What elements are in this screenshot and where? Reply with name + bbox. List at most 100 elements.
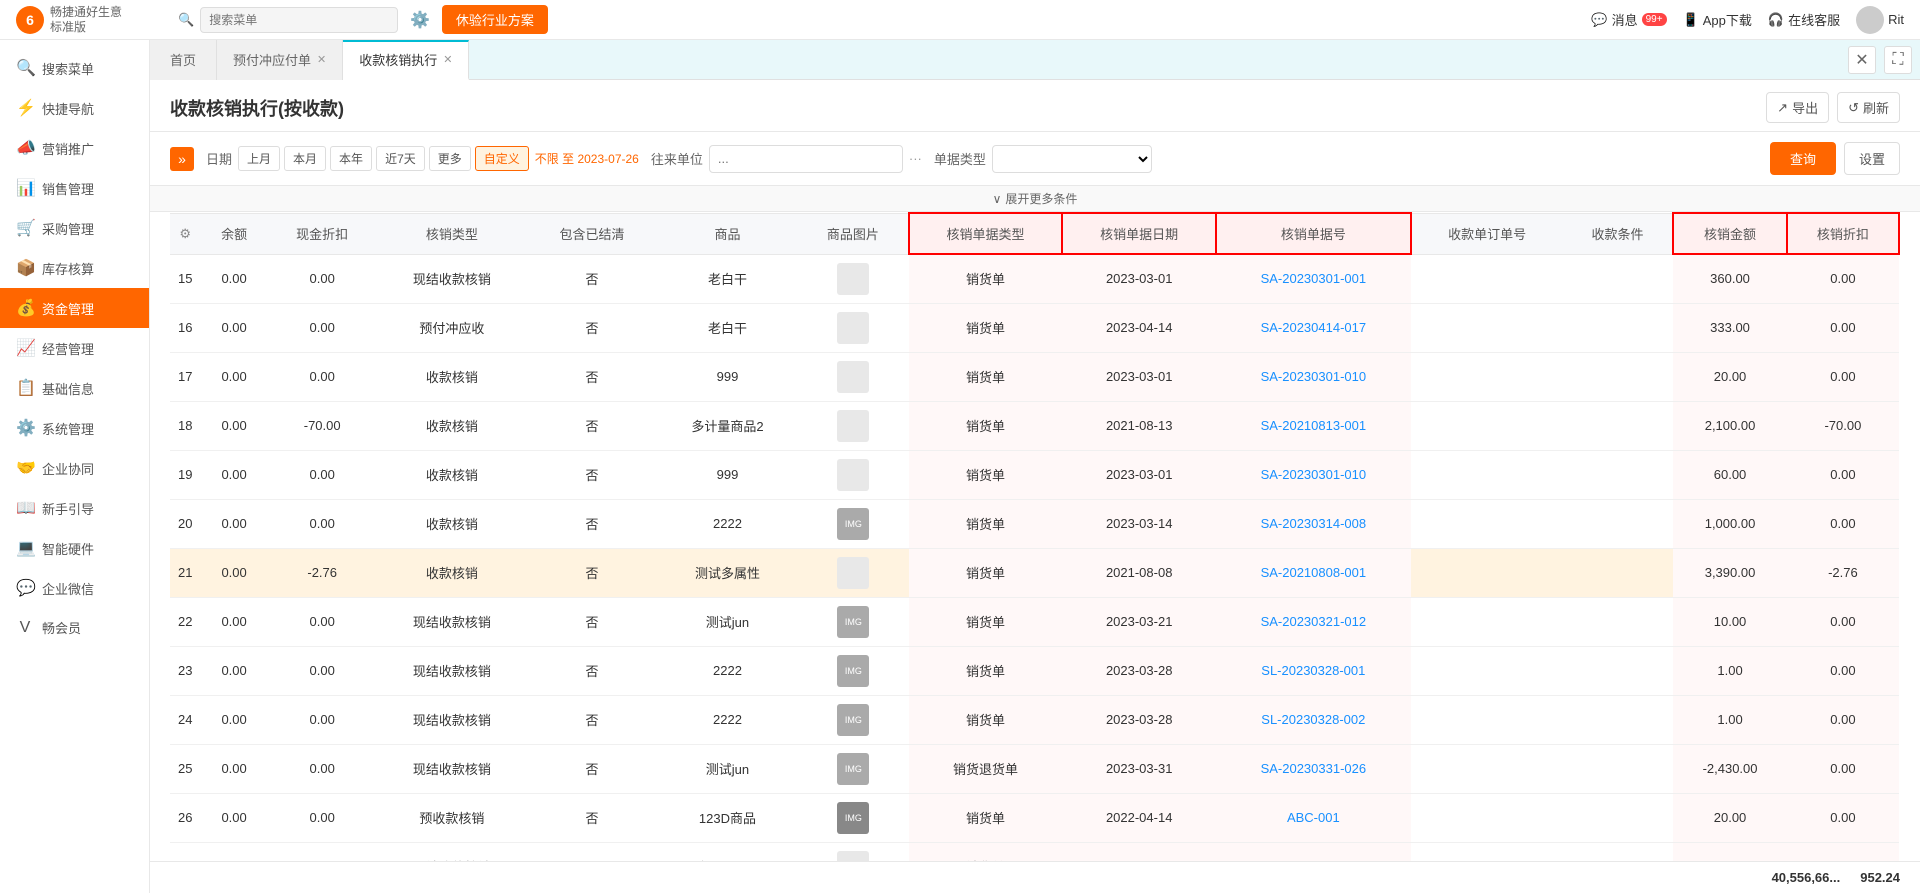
this-month-btn[interactable]: 本月 xyxy=(284,146,326,171)
row-included-settled: 否 xyxy=(527,254,657,303)
expand-conditions-bar[interactable]: ∨ 展开更多条件 xyxy=(150,186,1920,212)
cancel-bill-link[interactable]: SA-20230301-010 xyxy=(1261,369,1367,384)
messages-button[interactable]: 💬 消息 99+ xyxy=(1591,10,1666,29)
sidebar-item-search[interactable]: 🔍 搜索菜单 xyxy=(0,48,149,88)
industry-button[interactable]: 休验行业方案 xyxy=(442,5,548,34)
row-cancel-bill-type: 销货单 xyxy=(909,548,1063,597)
refresh-button[interactable]: ↺ 刷新 xyxy=(1837,92,1900,123)
more-date-btn[interactable]: 更多 xyxy=(429,146,471,171)
cancel-bill-link[interactable]: SA-20210813-001 xyxy=(1261,418,1367,433)
export-button[interactable]: ↗ 导出 xyxy=(1766,92,1829,123)
sidebar-item-shortcuts[interactable]: ⚡ 快捷导航 xyxy=(0,88,149,128)
user-menu[interactable]: Rit xyxy=(1856,6,1904,34)
sidebar-item-purchase[interactable]: 🛒 采购管理 xyxy=(0,208,149,248)
row-cancel-bill-no[interactable]: SL-20230328-001 xyxy=(1216,646,1411,695)
row-cancel-bill-no[interactable]: SA-20230314-008 xyxy=(1216,499,1411,548)
row-receipt-order-no xyxy=(1411,450,1563,499)
row-cancel-bill-no[interactable]: SA-20210808-001 xyxy=(1216,548,1411,597)
row-cancel-bill-no[interactable]: SA-20230301-010 xyxy=(1216,352,1411,401)
cancel-bill-link[interactable]: SL-20230328-002 xyxy=(1261,712,1365,727)
this-year-btn[interactable]: 本年 xyxy=(330,146,372,171)
row-cancel-bill-no[interactable]: SA-20230331-026 xyxy=(1216,744,1411,793)
row-cancel-type: 现结收款核销 xyxy=(377,695,528,744)
row-receipt-cond xyxy=(1563,842,1674,861)
row-cancel-bill-no[interactable]: SA-20230301-010 xyxy=(1216,450,1411,499)
sidebar-item-label: 企业微信 xyxy=(42,579,94,598)
tab-close-prepaid[interactable]: ✕ xyxy=(317,53,326,66)
sidebar-item-finance[interactable]: 💰 资金管理 xyxy=(0,288,149,328)
close-tab-button[interactable]: ✕ xyxy=(1848,46,1876,74)
sidebar-item-hardware[interactable]: 💻 智能硬件 xyxy=(0,528,149,568)
top-search-input[interactable] xyxy=(200,7,398,33)
row-cancel-bill-no[interactable]: SA-20230414-017 xyxy=(1216,303,1411,352)
row-receipt-order-no xyxy=(1411,842,1563,861)
filter-expand-button[interactable]: » xyxy=(170,147,194,171)
row-cash-discount: 0.00 xyxy=(268,695,377,744)
tab-receipt-cancel[interactable]: 收款核销执行 ✕ xyxy=(343,40,469,80)
th-settings[interactable]: ⚙ xyxy=(170,213,200,254)
cancel-bill-link[interactable]: SA-20230314-008 xyxy=(1261,516,1367,531)
row-cash-discount: 0.00 xyxy=(268,499,377,548)
settings-icon[interactable]: ⚙️ xyxy=(410,10,430,30)
sidebar-item-operations[interactable]: 📈 经营管理 xyxy=(0,328,149,368)
row-cancel-bill-no[interactable]: ABC-001 xyxy=(1216,793,1411,842)
tab-close-receipt[interactable]: ✕ xyxy=(443,53,452,66)
tab-home[interactable]: 首页 xyxy=(150,40,217,80)
from-unit-input[interactable] xyxy=(709,145,903,173)
collaboration-icon: 🤝 xyxy=(16,458,34,478)
from-unit-label: 往来单位 xyxy=(651,149,703,168)
cancel-bill-link[interactable]: SA-20230301-010 xyxy=(1261,467,1367,482)
row-cancel-bill-no[interactable]: SL-20230328-002 xyxy=(1216,695,1411,744)
sidebar-item-vip[interactable]: V 畅会员 xyxy=(0,608,149,647)
row-receipt-cond xyxy=(1563,744,1674,793)
sidebar-item-guide[interactable]: 📖 新手引导 xyxy=(0,488,149,528)
row-product: 测试jun xyxy=(657,744,798,793)
row-cancel-bill-no[interactable]: SA-20230321-012 xyxy=(1216,597,1411,646)
row-cancel-bill-type: 销货单 xyxy=(909,499,1063,548)
row-cancel-bill-type: 销货单 xyxy=(909,303,1063,352)
settings-button[interactable]: 设置 xyxy=(1844,142,1900,175)
inventory-icon: 📦 xyxy=(16,258,34,278)
sidebar-item-inventory[interactable]: 📦 库存核算 xyxy=(0,248,149,288)
sidebar-item-label: 基础信息 xyxy=(42,379,94,398)
last-month-btn[interactable]: 上月 xyxy=(238,146,280,171)
filter-bar: » 日期 上月 本月 本年 近7天 更多 自定义 不限 至 2023-07-26 xyxy=(150,132,1920,186)
bill-type-group: 单据类型 xyxy=(934,145,1152,173)
sidebar-item-wechat[interactable]: 💬 企业微信 xyxy=(0,568,149,608)
custom-date-btn[interactable]: 自定义 xyxy=(475,146,529,171)
page-header-actions: ↗ 导出 ↺ 刷新 xyxy=(1766,92,1900,123)
cancel-bill-link[interactable]: SA-20230321-012 xyxy=(1261,614,1367,629)
cancel-bill-link[interactable]: SA-20230414-017 xyxy=(1261,320,1367,335)
online-service-button[interactable]: 🎧 在线客服 xyxy=(1768,10,1840,29)
bill-type-select[interactable] xyxy=(992,145,1152,173)
row-cancel-bill-date: 2023-03-01 xyxy=(1062,450,1216,499)
row-cancel-amount: 20.00 xyxy=(1673,793,1787,842)
cancel-bill-link[interactable]: SA-20230301-001 xyxy=(1261,271,1367,286)
row-id: 23 xyxy=(170,646,200,695)
sidebar-item-collaboration[interactable]: 🤝 企业协同 xyxy=(0,448,149,488)
product-image xyxy=(837,851,869,862)
maximize-button[interactable]: ⛶ xyxy=(1884,46,1912,74)
cancel-bill-link[interactable]: ABC-001 xyxy=(1287,810,1340,825)
row-included-settled: 否 xyxy=(527,499,657,548)
last-7days-btn[interactable]: 近7天 xyxy=(376,146,425,171)
cancel-bill-link[interactable]: SL-20230328-001 xyxy=(1261,663,1365,678)
app-download-button[interactable]: 📱 App下载 xyxy=(1683,10,1752,29)
tab-prepaid[interactable]: 预付冲应付单 ✕ xyxy=(217,40,343,80)
row-cancel-bill-no[interactable]: SA-20230301-001 xyxy=(1216,254,1411,303)
cancel-bill-link[interactable]: SA-20230331-026 xyxy=(1261,761,1367,776)
query-button[interactable]: 查询 xyxy=(1770,142,1836,175)
cancel-bill-link[interactable]: SA-20210808-001 xyxy=(1261,565,1367,580)
sidebar-item-label: 搜索菜单 xyxy=(42,59,94,78)
row-cancel-bill-date: 2023-03-28 xyxy=(1062,695,1216,744)
row-product-img: IMG xyxy=(798,793,909,842)
row-cancel-bill-no[interactable]: SA-20210813-001 xyxy=(1216,401,1411,450)
sidebar-item-basic-info[interactable]: 📋 基础信息 xyxy=(0,368,149,408)
row-receipt-cond xyxy=(1563,401,1674,450)
sidebar-item-system[interactable]: ⚙️ 系统管理 xyxy=(0,408,149,448)
row-cancel-bill-no[interactable]: SL-20230408-001 xyxy=(1216,842,1411,861)
sidebar-item-sales[interactable]: 📊 销售管理 xyxy=(0,168,149,208)
sidebar-item-marketing[interactable]: 📣 营销推广 xyxy=(0,128,149,168)
column-settings-icon[interactable]: ⚙ xyxy=(179,226,191,241)
row-receipt-cond xyxy=(1563,548,1674,597)
